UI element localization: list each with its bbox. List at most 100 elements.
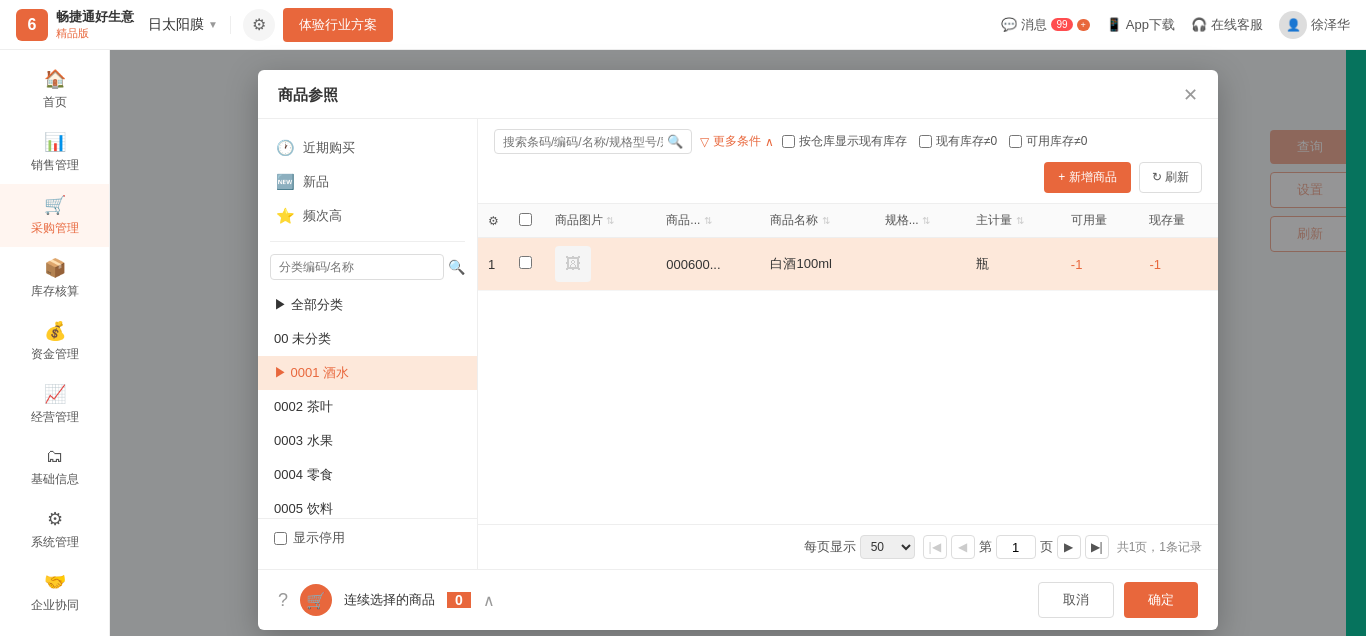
category-search-row: 🔍 <box>258 250 477 284</box>
message-count-badge: 99 <box>1051 18 1072 31</box>
modal-overlay: 商品参照 ✕ 🕐 近期购买 🆕 <box>110 50 1366 636</box>
checkbox-stock-ne0-input[interactable] <box>919 135 932 148</box>
message-plus-badge: + <box>1077 19 1090 31</box>
checkbox-warehouse-input[interactable] <box>782 135 795 148</box>
sidebar-item-home[interactable]: 🏠 首页 <box>0 58 109 121</box>
cat-item-0001[interactable]: ▶ 0001 酒水 <box>258 356 477 390</box>
sidebar-item-finance[interactable]: 💰 资金管理 <box>0 310 109 373</box>
sidebar: 🏠 首页 📊 销售管理 🛒 采购管理 📦 库存核算 💰 资金管理 📈 经营管理 … <box>0 50 110 636</box>
settings-button[interactable]: ⚙ <box>243 9 275 41</box>
next-page-button[interactable]: ▶ <box>1057 535 1081 559</box>
row-checkbox[interactable] <box>509 238 545 291</box>
row-select-checkbox[interactable] <box>519 256 532 269</box>
filter-collapse-icon: ∧ <box>765 135 774 149</box>
col-checkbox[interactable] <box>509 204 545 238</box>
checkbox-stock-ne0[interactable]: 现有库存≠0 <box>919 133 997 150</box>
quick-item-frequent[interactable]: ⭐ 频次高 <box>266 199 469 233</box>
confirm-button[interactable]: 确定 <box>1124 582 1198 618</box>
navbar-right: 💬 消息 99 + 📱 App下载 🎧 在线客服 👤 徐泽华 <box>1001 11 1350 39</box>
logo-icon: 6 <box>16 9 48 41</box>
col-available: 可用量 <box>1061 204 1140 238</box>
page-info: 共1页，1条记录 <box>1117 539 1202 556</box>
cart-count: 0 <box>447 592 471 608</box>
page-suffix: 页 <box>1040 538 1053 556</box>
cat-item-0004[interactable]: 0004 零食 <box>258 458 477 492</box>
cat-item-0003[interactable]: 0003 水果 <box>258 424 477 458</box>
col-settings[interactable]: ⚙ <box>478 204 509 238</box>
messages-nav[interactable]: 💬 消息 99 + <box>1001 16 1089 34</box>
cancel-button[interactable]: 取消 <box>1038 582 1114 618</box>
sidebar-item-sales[interactable]: 📊 销售管理 <box>0 121 109 184</box>
sidebar-item-collab[interactable]: 🤝 企业协同 <box>0 561 109 624</box>
modal-footer: ? 🛒 连续选择的商品 0 ∧ 取消 确定 <box>258 569 1218 630</box>
sidebar-item-inventory[interactable]: 📦 库存核算 <box>0 247 109 310</box>
checkbox-available-ne0-input[interactable] <box>1009 135 1022 148</box>
sidebar-item-base[interactable]: 🗂 基础信息 <box>0 436 109 498</box>
collab-icon: 🤝 <box>44 571 66 593</box>
sales-icon: 📊 <box>44 131 66 153</box>
quick-item-recent[interactable]: 🕐 近期购买 <box>266 131 469 165</box>
service-nav[interactable]: 🎧 在线客服 <box>1191 16 1263 34</box>
sort-name[interactable]: ⇅ <box>822 215 830 226</box>
add-product-button[interactable]: + 新增商品 <box>1044 162 1130 193</box>
modal-left-panel: 🕐 近期购买 🆕 新品 ⭐ 频次高 <box>258 119 478 569</box>
table-header-row: ⚙ 商品图片 ⇅ 商品... ⇅ 商品名称 ⇅ 规格... ⇅ 主计量 ⇅ 可用… <box>478 204 1218 238</box>
table-row[interactable]: 1 🖼 000600... 白酒100ml 瓶 <box>478 238 1218 291</box>
product-search-icon[interactable]: 🔍 <box>667 134 683 149</box>
show-disabled-row[interactable]: 显示停用 <box>258 518 477 557</box>
store-selector[interactable]: 日太阳膜 ▼ <box>136 16 231 34</box>
purchase-icon: 🛒 <box>44 194 66 216</box>
sidebar-item-guide[interactable]: 📖 新手引导 <box>0 624 109 636</box>
checkbox-warehouse[interactable]: 按仓库显示现有库存 <box>782 133 907 150</box>
checkbox-available-ne0[interactable]: 可用库存≠0 <box>1009 133 1087 150</box>
frequent-icon: ⭐ <box>276 207 295 225</box>
modal-title: 商品参照 <box>278 86 338 105</box>
category-search-input[interactable] <box>270 254 444 280</box>
first-page-button[interactable]: |◀ <box>923 535 947 559</box>
sidebar-item-purchase[interactable]: 🛒 采购管理 <box>0 184 109 247</box>
cat-item-uncategorized[interactable]: 00 未分类 <box>258 322 477 356</box>
sidebar-item-ops[interactable]: 📈 经营管理 <box>0 373 109 436</box>
show-disabled-checkbox[interactable] <box>274 532 287 545</box>
app-download-nav[interactable]: 📱 App下载 <box>1106 16 1175 34</box>
headphone-icon: 🎧 <box>1191 17 1207 32</box>
sort-image[interactable]: ⇅ <box>606 215 614 226</box>
sort-spec[interactable]: ⇅ <box>922 215 930 226</box>
cat-item-0002[interactable]: 0002 茶叶 <box>258 390 477 424</box>
help-icon[interactable]: ? <box>278 590 288 611</box>
category-search-button[interactable]: 🔍 <box>448 259 465 275</box>
quick-list: 🕐 近期购买 🆕 新品 ⭐ 频次高 <box>258 131 477 233</box>
quick-item-new[interactable]: 🆕 新品 <box>266 165 469 199</box>
user-nav[interactable]: 👤 徐泽华 <box>1279 11 1350 39</box>
toolbar: 🔍 ▽ 更多条件 ∧ 按仓库显示现有库存 <box>478 119 1218 204</box>
col-image: 商品图片 ⇅ <box>545 204 656 238</box>
filter-button[interactable]: ▽ 更多条件 ∧ <box>700 133 774 150</box>
message-icon: 💬 <box>1001 17 1017 32</box>
left-divider <box>270 241 465 242</box>
main-area: 查询 设置 刷新 商品参照 ✕ 🕐 <box>110 50 1366 636</box>
sort-unit[interactable]: ⇅ <box>1016 215 1024 226</box>
page-size-select[interactable]: 50 10 20 100 <box>860 535 915 559</box>
select-all-checkbox[interactable] <box>519 213 532 226</box>
row-code: 000600... <box>656 238 760 291</box>
navbar: 6 畅捷通好生意 精品版 日太阳膜 ▼ ⚙ 体验行业方案 💬 消息 99 + 📱… <box>0 0 1366 50</box>
cat-item-all[interactable]: ▶ 全部分类 <box>258 288 477 322</box>
prev-page-button[interactable]: ◀ <box>951 535 975 559</box>
page-number-input[interactable] <box>996 535 1036 559</box>
ops-icon: 📈 <box>44 383 66 405</box>
sidebar-item-system[interactable]: ⚙ 系统管理 <box>0 498 109 561</box>
modal-close-button[interactable]: ✕ <box>1183 84 1198 106</box>
new-icon: 🆕 <box>276 173 295 191</box>
store-dropdown-arrow: ▼ <box>208 19 218 30</box>
product-search-input[interactable] <box>503 135 663 149</box>
col-spec: 规格... ⇅ <box>875 204 967 238</box>
modal-body: 🕐 近期购买 🆕 新品 ⭐ 频次高 <box>258 119 1218 569</box>
refresh-button[interactable]: ↻ 刷新 <box>1139 162 1202 193</box>
sort-code[interactable]: ⇅ <box>704 215 712 226</box>
trial-button[interactable]: 体验行业方案 <box>283 8 393 42</box>
chevron-up-icon[interactable]: ∧ <box>483 591 495 610</box>
last-page-button[interactable]: ▶| <box>1085 535 1109 559</box>
cat-item-0005[interactable]: 0005 饮料 <box>258 492 477 518</box>
toolbar-right: + 新增商品 ↻ 刷新 <box>1044 162 1202 193</box>
product-reference-modal: 商品参照 ✕ 🕐 近期购买 🆕 <box>258 70 1218 630</box>
